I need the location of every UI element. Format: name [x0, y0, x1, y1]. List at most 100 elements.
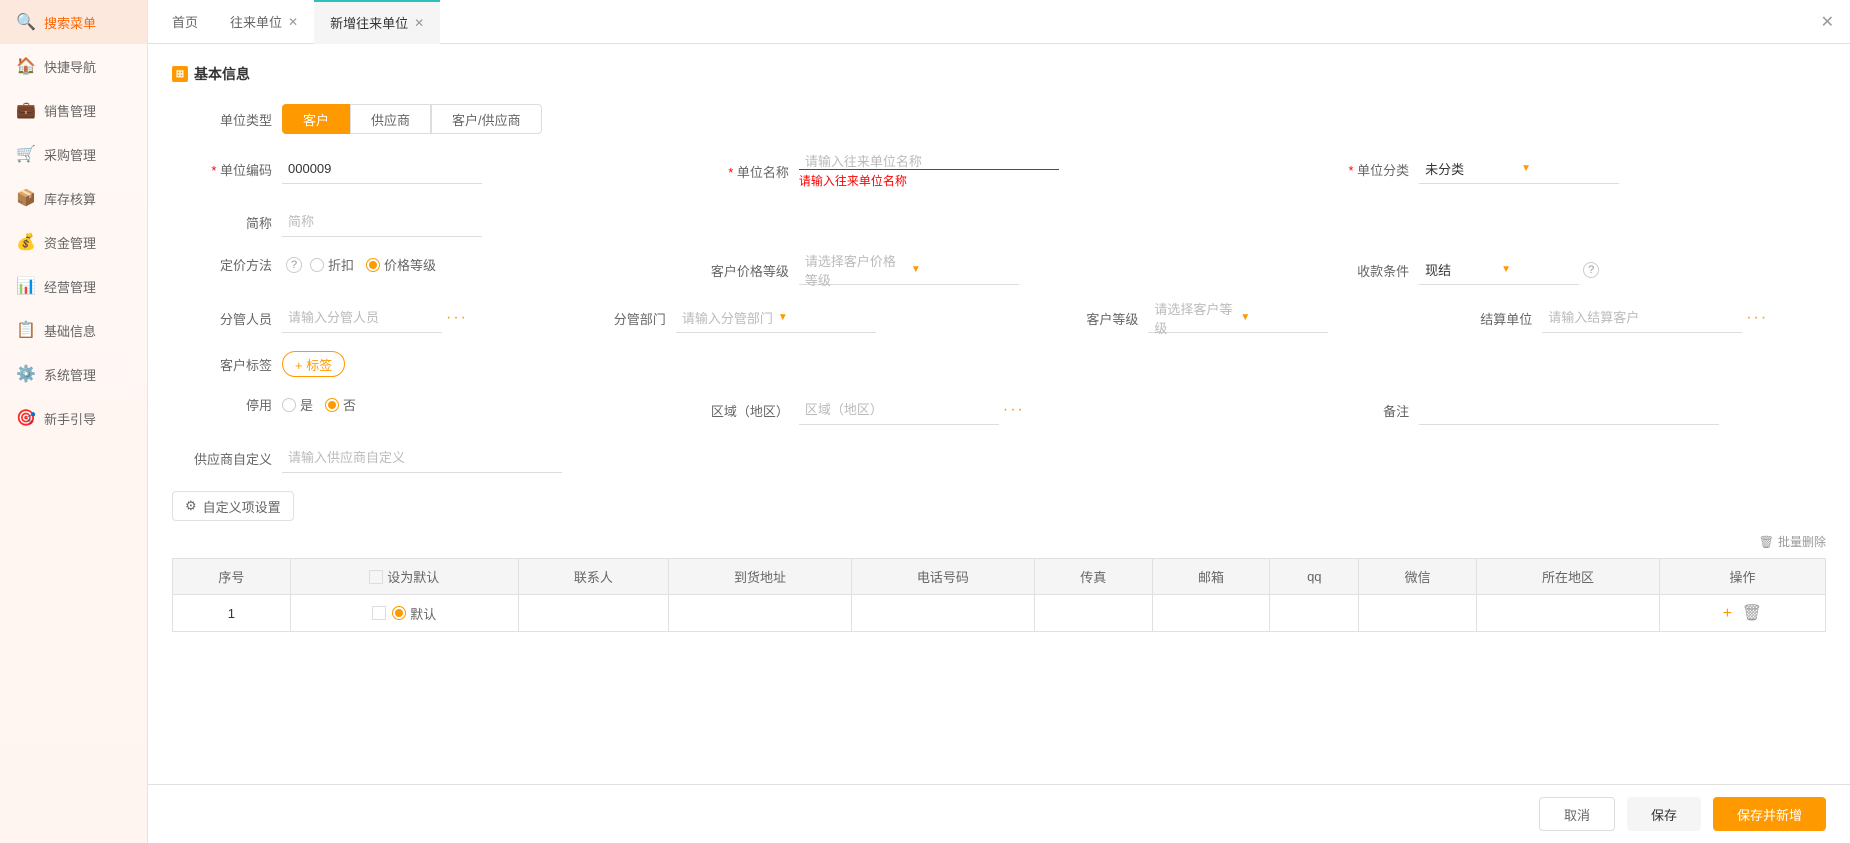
field-unit-code: 单位编码	[172, 154, 689, 184]
radio-discount-circle	[310, 258, 324, 272]
region-input[interactable]	[799, 395, 999, 425]
radio-discount-label: 折扣	[328, 255, 354, 274]
batch-delete-label: 批量删除	[1778, 533, 1826, 550]
save-button[interactable]: 保存	[1627, 797, 1701, 831]
unit-type-supplier[interactable]: 供应商	[350, 104, 431, 134]
sidebar-item-guide[interactable]: 🎯 新手引导	[0, 396, 147, 440]
add-tag-button[interactable]: + 标签	[282, 351, 345, 377]
row-default: 默认	[290, 595, 518, 632]
field-disabled: 停用 是 否	[172, 395, 689, 414]
settlement-unit-more-icon[interactable]: ···	[1742, 309, 1772, 327]
form-row-abbr: 简称	[172, 207, 1826, 237]
custom-settings-button[interactable]: ⚙ 自定义项设置	[172, 491, 294, 521]
disabled-label: 停用	[172, 395, 282, 414]
row-radio-circle	[392, 606, 406, 620]
customer-level-placeholder: 请选择客户等级	[1154, 299, 1236, 337]
unit-name-input[interactable]	[799, 154, 1059, 170]
payment-terms-help-icon[interactable]: ?	[1583, 262, 1599, 278]
field-department: 分管部门 请输入分管部门 ▼	[566, 303, 1039, 333]
disabled-radio-yes[interactable]: 是	[282, 395, 313, 414]
customer-level-select[interactable]: 请选择客户等级 ▼	[1148, 303, 1328, 333]
unit-type-customer[interactable]: 客户	[282, 104, 350, 134]
col-default: 设为默认	[290, 559, 518, 595]
main-area: 首页 往来单位 ✕ 新增往来单位 ✕ ✕ ⊞ 基本信息 单位类型 客户 供应商 …	[148, 0, 1850, 843]
col-fax: 传真	[1034, 559, 1152, 595]
row-checkbox[interactable]	[372, 606, 386, 620]
disabled-radio-no[interactable]: 否	[325, 395, 356, 414]
sidebar-item-label: 经营管理	[44, 277, 96, 296]
unit-category-label: 单位分类	[1309, 160, 1419, 179]
sidebar-item-purchase[interactable]: 🛒 采购管理	[0, 132, 147, 176]
abbr-label: 简称	[172, 213, 282, 232]
unit-code-input[interactable]	[282, 154, 482, 184]
sidebar-item-sales[interactable]: 💼 销售管理	[0, 88, 147, 132]
note-input[interactable]	[1419, 395, 1719, 425]
tab-new-partner-close[interactable]: ✕	[414, 16, 424, 30]
batch-delete-button[interactable]: 🗑 批量删除	[1759, 533, 1826, 550]
sidebar-item-finance[interactable]: 💰 资金管理	[0, 220, 147, 264]
pricing-help-icon[interactable]: ?	[286, 257, 302, 273]
row-add-button[interactable]: +	[1720, 605, 1735, 623]
note-label: 备注	[1309, 401, 1419, 420]
unit-type-both[interactable]: 客户/供应商	[431, 104, 542, 134]
unit-name-label: 单位名称	[689, 162, 799, 181]
region-label: 区域（地区）	[689, 401, 799, 420]
tab-new-partner[interactable]: 新增往来单位 ✕	[314, 0, 440, 44]
form-row-disabled: 停用 是 否 区域（地区） ··· 备注	[172, 395, 1826, 425]
row-address	[669, 595, 852, 632]
row-wechat	[1359, 595, 1477, 632]
tab-home-label: 首页	[172, 12, 198, 31]
supplier-custom-input[interactable]	[282, 443, 562, 473]
sidebar-item-shortcut[interactable]: 🏠 快捷导航	[0, 44, 147, 88]
form-row-pricing: 定价方法 ? 折扣 价格等级 客户价格等级 请选择客户价格等级	[172, 255, 1826, 285]
basic-icon: 📋	[16, 320, 36, 340]
customer-price-level-select[interactable]: 请选择客户价格等级 ▼	[799, 255, 1019, 285]
select-all-checkbox[interactable]	[369, 570, 383, 584]
manager-label: 分管人员	[172, 309, 282, 328]
row-index: 1	[173, 595, 291, 632]
tab-partners[interactable]: 往来单位 ✕	[214, 0, 314, 44]
close-all-tabs[interactable]: ✕	[1813, 12, 1842, 32]
batch-delete-icon: 🗑	[1759, 535, 1774, 549]
sidebar-item-basic[interactable]: 📋 基础信息	[0, 308, 147, 352]
cancel-button[interactable]: 取消	[1539, 797, 1615, 831]
save-new-button[interactable]: 保存并新增	[1713, 797, 1826, 831]
customer-tag-label: 客户标签	[172, 355, 282, 374]
tab-partners-close[interactable]: ✕	[288, 15, 298, 29]
pricing-radio-level[interactable]: 价格等级	[366, 255, 436, 274]
settlement-unit-input[interactable]	[1542, 303, 1742, 333]
row-phone	[851, 595, 1034, 632]
row-delete-button[interactable]: 🗑	[1739, 603, 1765, 623]
customer-price-level-placeholder: 请选择客户价格等级	[805, 251, 907, 289]
field-unit-category: 单位分类 未分类 ▼	[1309, 154, 1826, 184]
sidebar-item-label: 快捷导航	[44, 57, 96, 76]
row-default-radio[interactable]: 默认	[392, 604, 436, 623]
sidebar-item-label: 销售管理	[44, 101, 96, 120]
customer-price-level-chevron: ▼	[911, 264, 1013, 275]
department-select[interactable]: 请输入分管部门 ▼	[676, 303, 876, 333]
unit-code-label: 单位编码	[172, 160, 282, 179]
sidebar-item-inventory[interactable]: 📦 库存核算	[0, 176, 147, 220]
col-action: 操作	[1659, 559, 1825, 595]
sidebar-item-operations[interactable]: 📊 经营管理	[0, 264, 147, 308]
unit-type-row: 单位类型 客户 供应商 客户/供应商	[172, 104, 1826, 134]
tab-home[interactable]: 首页	[156, 0, 214, 44]
department-label: 分管部门	[566, 309, 676, 328]
pricing-radio-discount[interactable]: 折扣	[310, 255, 354, 274]
abbr-input[interactable]	[282, 207, 482, 237]
sidebar-item-search[interactable]: 🔍 搜索菜单	[0, 0, 147, 44]
unit-category-select[interactable]: 未分类 ▼	[1419, 154, 1619, 184]
manager-more-icon[interactable]: ···	[442, 309, 472, 327]
manager-input[interactable]	[282, 303, 442, 333]
table-row: 1 默认	[173, 595, 1826, 632]
settlement-unit-label: 结算单位	[1432, 309, 1542, 328]
field-payment-terms: 收款条件 现结 ▼ ?	[1309, 255, 1826, 285]
sidebar-item-system[interactable]: ⚙️ 系统管理	[0, 352, 147, 396]
inventory-icon: 📦	[16, 188, 36, 208]
supplier-custom-label: 供应商自定义	[172, 449, 282, 468]
payment-terms-chevron: ▼	[1501, 264, 1573, 275]
payment-terms-select[interactable]: 现结 ▼	[1419, 255, 1579, 285]
region-more-icon[interactable]: ···	[999, 401, 1029, 419]
tab-bar: 首页 往来单位 ✕ 新增往来单位 ✕ ✕	[148, 0, 1850, 44]
col-location: 所在地区	[1477, 559, 1660, 595]
